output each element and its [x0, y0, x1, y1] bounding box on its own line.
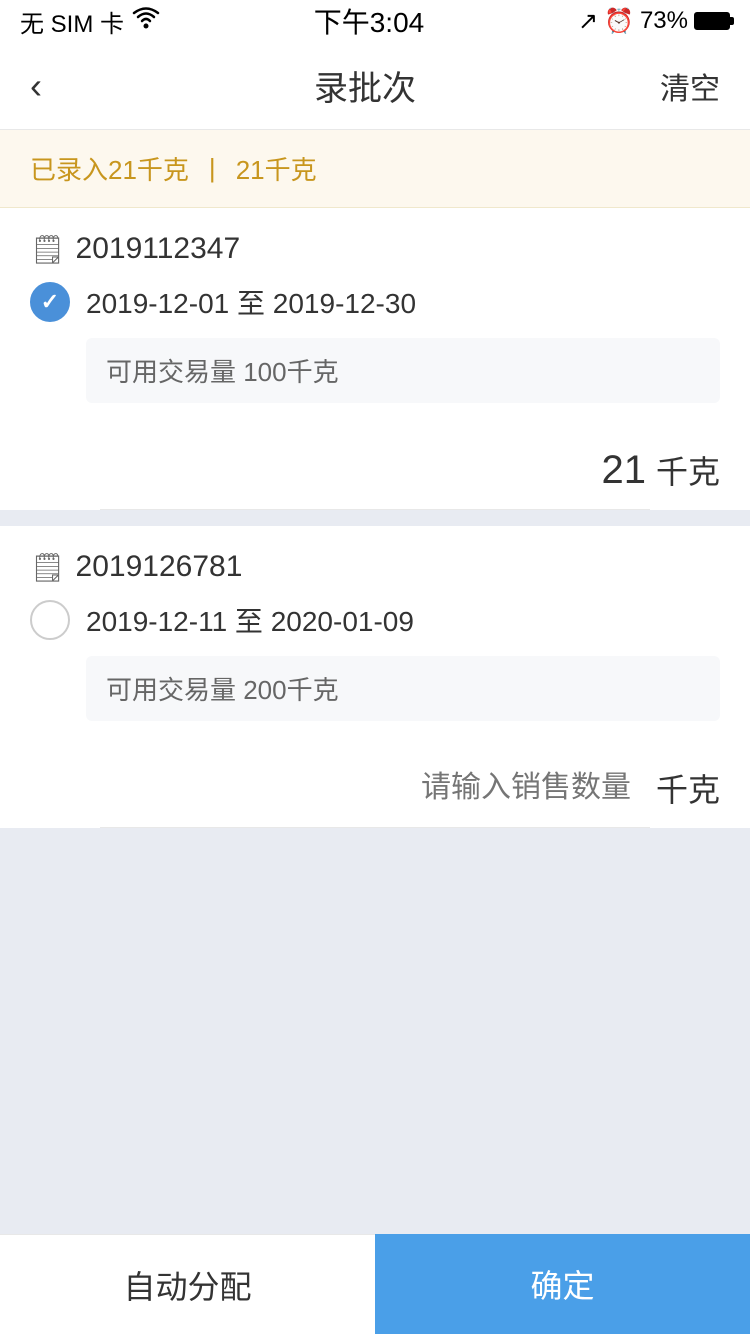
qty-value-1: 21: [601, 448, 646, 493]
qty-input-2[interactable]: [326, 771, 646, 805]
status-time: 下午3:04: [314, 1, 425, 41]
clear-button[interactable]: 清空: [640, 64, 720, 108]
available-qty-1: 可用交易量 100千克: [86, 338, 720, 403]
radio-unselected-2[interactable]: ✓: [30, 600, 70, 640]
batch-doc-icon-2: 🗒: [30, 551, 66, 584]
batch-date-1: 2019-12-01 至 2019-12-30: [86, 282, 416, 322]
auto-distribute-button[interactable]: 自动分配: [0, 1234, 375, 1334]
recorded-text: 已录入21千克: [30, 150, 189, 187]
batch-date-2: 2019-12-11 至 2020-01-09: [86, 600, 414, 640]
location-icon: ↗: [578, 7, 598, 36]
no-sim-text: 无 SIM 卡: [20, 4, 124, 39]
batch-item-2: 🗒 2019126781 ✓ 2019-12-11 至 2020-01-09 可…: [0, 526, 750, 828]
available-qty-2: 可用交易量 200千克: [86, 656, 720, 721]
total-text: 21千克: [236, 150, 317, 187]
qty-row-2[interactable]: 千克: [0, 745, 750, 827]
wifi-icon: [132, 7, 160, 36]
qty-row-1: 21 千克: [0, 427, 750, 509]
status-left: 无 SIM 卡: [20, 4, 160, 39]
back-button[interactable]: ‹: [30, 65, 90, 107]
info-banner: 已录入21千克 | 21千克: [0, 130, 750, 208]
qty-unit-1: 千克: [656, 447, 720, 493]
bottom-buttons: 自动分配 确定: [0, 1234, 750, 1334]
page-title: 录批次: [314, 61, 416, 110]
batch-id-2: 2019126781: [76, 550, 243, 584]
status-right: ↗ ⏰ 73%: [578, 7, 730, 36]
nav-bar: ‹ 录批次 清空: [0, 42, 750, 130]
status-bar: 无 SIM 卡 下午3:04 ↗ ⏰ 73%: [0, 0, 750, 42]
bottom-fill: [0, 828, 750, 1248]
alarm-icon: ⏰: [604, 7, 634, 36]
batch-item-1: 🗒 2019112347 ✓ 2019-12-01 至 2019-12-30 可…: [0, 208, 750, 510]
section-divider: [0, 510, 750, 526]
confirm-button[interactable]: 确定: [375, 1234, 750, 1334]
battery-percent: 73%: [640, 7, 688, 35]
radio-selected-1[interactable]: ✓: [30, 282, 70, 322]
qty-unit-2: 千克: [656, 765, 720, 811]
batch-doc-icon-1: 🗒: [30, 233, 66, 266]
batch-id-1: 2019112347: [76, 232, 241, 266]
battery-icon: [694, 12, 730, 30]
